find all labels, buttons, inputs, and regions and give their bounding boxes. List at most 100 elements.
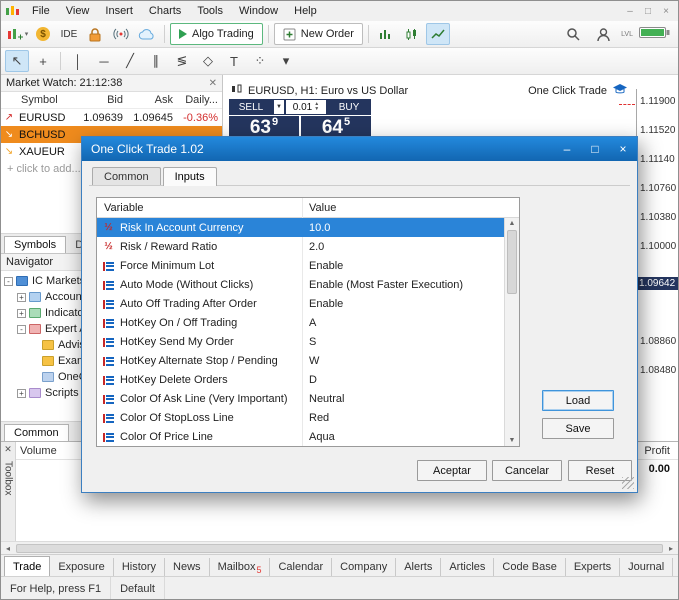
- dialog-tab-inputs[interactable]: Inputs: [162, 167, 217, 186]
- input-row-hotkey-on-off-trading[interactable]: HotKey On / Off Trading A: [97, 313, 504, 332]
- input-row-force-minimum-lot[interactable]: Force Minimum Lot Enable: [97, 256, 504, 275]
- status-profile[interactable]: Default: [111, 577, 165, 599]
- objects-dropdown-icon[interactable]: ▾: [274, 50, 298, 72]
- horizontal-scrollbar[interactable]: ◂ ▸: [1, 541, 678, 554]
- oneclick-panel-header[interactable]: One Click Trade: [528, 83, 628, 98]
- input-row-auto-off-trading-after-order[interactable]: Auto Off Trading After Order Enable: [97, 294, 504, 313]
- vertical-line-tool-icon[interactable]: │: [66, 50, 90, 72]
- tab-trade[interactable]: Trade: [4, 556, 51, 576]
- menu-item-help[interactable]: Help: [286, 2, 325, 20]
- search-icon[interactable]: [561, 23, 585, 45]
- close-icon[interactable]: ✕: [4, 444, 12, 455]
- maximize-icon[interactable]: □: [639, 3, 657, 19]
- tab-journal[interactable]: Journal: [620, 558, 674, 576]
- input-row-color-of-ask-line-very-important[interactable]: Color Of Ask Line (Very Important) Neutra…: [97, 389, 504, 408]
- daily-column-header[interactable]: Daily...: [177, 94, 222, 106]
- horizontal-line-tool-icon[interactable]: ─: [92, 50, 116, 72]
- collapse-icon[interactable]: -: [4, 276, 13, 286]
- tab-code-base[interactable]: Code Base: [494, 558, 566, 576]
- scroll-left-icon[interactable]: ◂: [1, 544, 15, 553]
- community-lock-icon[interactable]: [83, 23, 107, 45]
- market-watch-tab-symbols[interactable]: Symbols: [4, 236, 67, 253]
- sell-button[interactable]: SELL: [229, 99, 273, 115]
- line-chart-mode-icon[interactable]: [425, 23, 450, 45]
- accept-button[interactable]: Aceptar: [417, 460, 487, 481]
- tab-common[interactable]: Common: [4, 424, 69, 441]
- cursor-icon[interactable]: ↖: [5, 50, 29, 72]
- expand-icon[interactable]: +: [17, 292, 26, 302]
- shapes-tool-icon[interactable]: ◇: [196, 50, 220, 72]
- value-column-header[interactable]: Value: [302, 198, 519, 217]
- scrollbar-thumb[interactable]: [507, 230, 517, 294]
- input-row-hotkey-delete-orders[interactable]: HotKey Delete Orders D: [97, 370, 504, 389]
- variable-column-header[interactable]: Variable: [97, 198, 302, 217]
- menu-item-charts[interactable]: Charts: [141, 2, 189, 20]
- collapse-icon[interactable]: -: [17, 324, 26, 334]
- arrows-tool-icon[interactable]: ⁘: [248, 50, 272, 72]
- lot-dropdown-icon[interactable]: ▼: [273, 99, 285, 115]
- minimize-icon[interactable]: –: [621, 3, 639, 19]
- buy-button[interactable]: BUY: [327, 99, 371, 115]
- channel-tool-icon[interactable]: ∥: [144, 50, 168, 72]
- new-order-button[interactable]: New Order: [273, 23, 363, 45]
- input-row-risk-in-account-currency[interactable]: Risk In Account Currency 10.0: [97, 218, 504, 237]
- market-watch-row-eurusd[interactable]: ↗ EURUSD 1.09639 1.09645 -0.36%: [1, 109, 222, 126]
- input-row-color-of-stoploss-line[interactable]: Color Of StopLoss Line Red: [97, 408, 504, 427]
- crosshair-icon[interactable]: +: [31, 50, 55, 72]
- menu-item-file[interactable]: File: [24, 2, 58, 20]
- scroll-right-icon[interactable]: ▸: [664, 544, 678, 553]
- scroll-up-icon[interactable]: ▲: [505, 220, 519, 227]
- close-icon[interactable]: ✕: [209, 78, 217, 89]
- tab-mailbox[interactable]: Mailbox 5: [210, 558, 271, 576]
- tab-exposure[interactable]: Exposure: [50, 558, 114, 576]
- trendline-tool-icon[interactable]: ╱: [118, 50, 142, 72]
- profiles-icon[interactable]: $: [31, 23, 55, 45]
- dialog-scrollbar[interactable]: ▲ ▼: [504, 218, 519, 446]
- menu-item-view[interactable]: View: [58, 2, 98, 20]
- signals-icon[interactable]: [109, 23, 133, 45]
- new-chart-icon[interactable]: ▾: [5, 23, 29, 45]
- tab-experts[interactable]: Experts: [566, 558, 621, 576]
- load-button[interactable]: Load: [542, 390, 614, 411]
- volume-column-header[interactable]: Volume: [16, 445, 57, 457]
- input-row-hotkey-send-my-order[interactable]: HotKey Send My Order S: [97, 332, 504, 351]
- tab-calendar[interactable]: Calendar: [270, 558, 333, 576]
- symbol-column-header[interactable]: Symbol: [17, 94, 75, 106]
- text-tool-icon[interactable]: T: [222, 50, 246, 72]
- menu-item-insert[interactable]: Insert: [97, 2, 141, 20]
- bar-chart-mode-icon[interactable]: [374, 23, 398, 45]
- resize-grip[interactable]: [622, 477, 634, 489]
- dialog-title-bar[interactable]: One Click Trade 1.02 – □ ×: [82, 137, 637, 161]
- tab-history[interactable]: History: [114, 558, 166, 576]
- ask-column-header[interactable]: Ask: [127, 94, 177, 106]
- dialog-tab-common[interactable]: Common: [92, 167, 161, 186]
- cloud-icon[interactable]: [135, 23, 159, 45]
- account-icon[interactable]: [591, 23, 615, 45]
- algo-trading-button[interactable]: Algo Trading: [170, 23, 263, 45]
- expand-icon[interactable]: +: [17, 308, 26, 318]
- maximize-icon[interactable]: □: [581, 137, 609, 161]
- lot-stepper[interactable]: ▲ ▼: [314, 102, 319, 112]
- scrollbar-thumb[interactable]: [16, 543, 663, 553]
- close-icon[interactable]: ×: [657, 3, 675, 19]
- cancel-button[interactable]: Cancelar: [492, 460, 562, 481]
- input-row-color-of-price-line[interactable]: Color Of Price Line Aqua: [97, 427, 504, 446]
- input-row-auto-mode-without-clicks[interactable]: Auto Mode (Without Clicks) Enable (Most F…: [97, 275, 504, 294]
- bid-column-header[interactable]: Bid: [75, 94, 127, 106]
- candlestick-mode-icon[interactable]: [400, 23, 424, 45]
- lot-size-field[interactable]: 0.01 ▲ ▼: [285, 99, 327, 115]
- toolbox-vertical-tab[interactable]: Toolbox: [3, 461, 14, 495]
- fibonacci-tool-icon[interactable]: ≶: [170, 50, 194, 72]
- input-row-risk-reward-ratio[interactable]: Risk / Reward Ratio 2.0: [97, 237, 504, 256]
- price-scale[interactable]: 1.11900 1.11520 1.11140 1.10760 1.10380 1.100…: [636, 89, 678, 441]
- menu-item-tools[interactable]: Tools: [189, 2, 231, 20]
- minimize-icon[interactable]: –: [553, 137, 581, 161]
- close-icon[interactable]: ×: [609, 137, 637, 161]
- tab-company[interactable]: Company: [332, 558, 397, 576]
- tab-news[interactable]: News: [165, 558, 210, 576]
- tab-alerts[interactable]: Alerts: [396, 558, 442, 576]
- tab-articles[interactable]: Articles: [441, 558, 495, 576]
- input-row-hotkey-alternate-stop-pending[interactable]: HotKey Alternate Stop / Pending W: [97, 351, 504, 370]
- scroll-down-icon[interactable]: ▼: [505, 437, 519, 444]
- menu-item-window[interactable]: Window: [231, 2, 286, 20]
